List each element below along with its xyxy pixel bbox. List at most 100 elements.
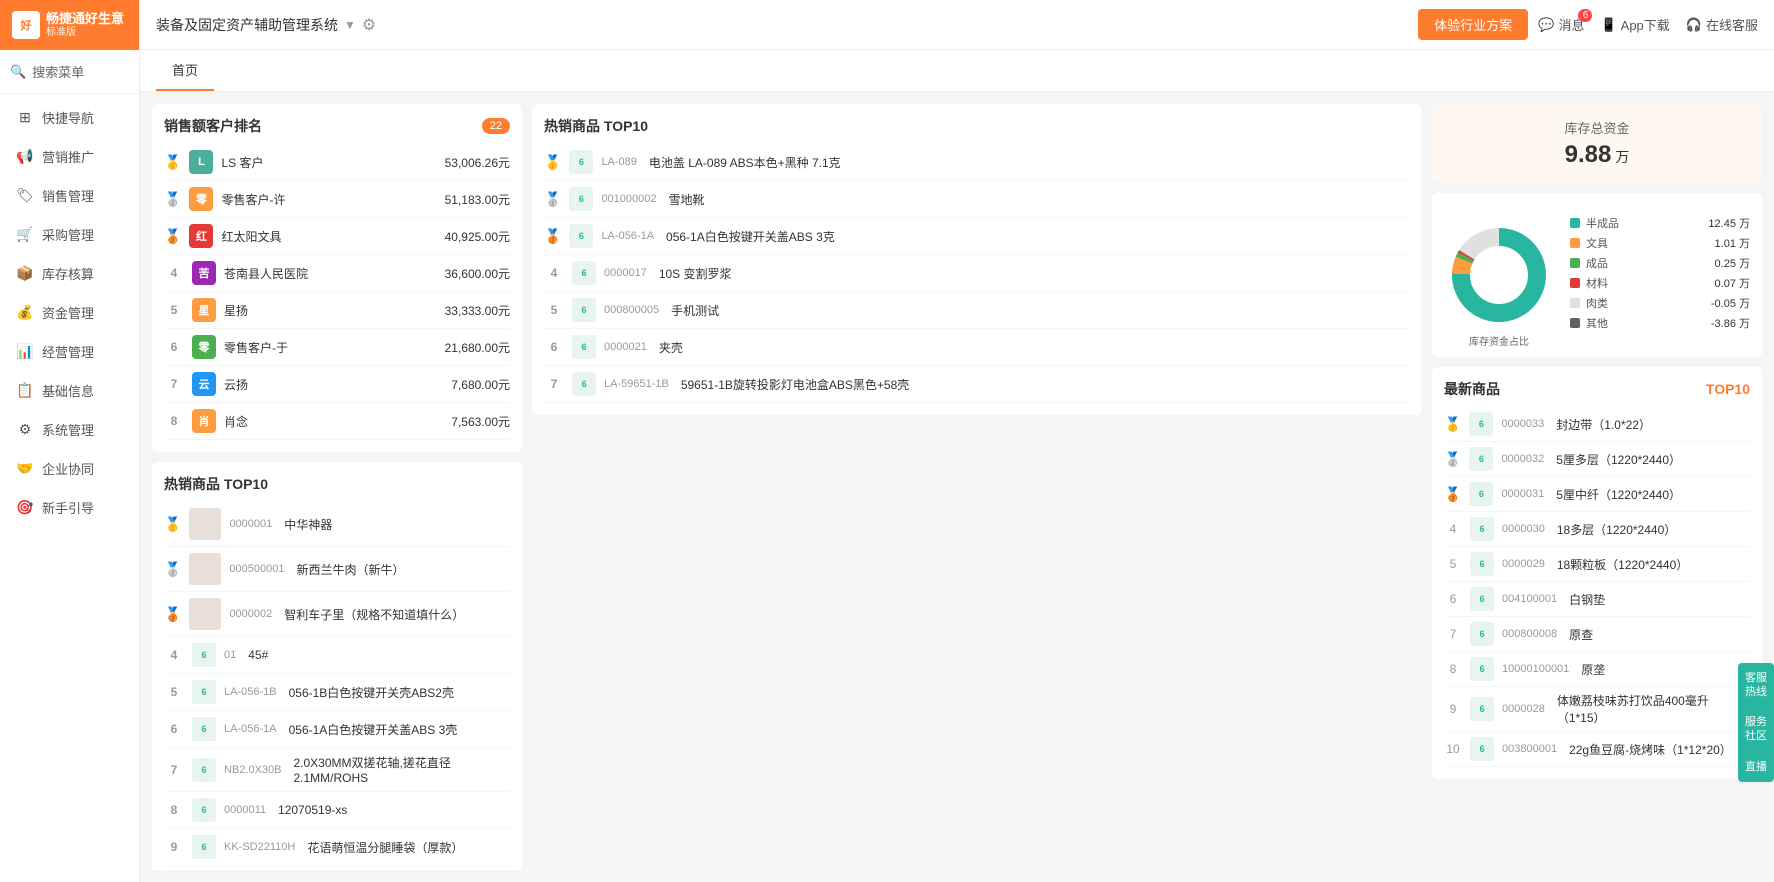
customer-value: 7,680.00元	[451, 376, 510, 393]
rank-number: 6	[1444, 592, 1462, 606]
sidebar-item-home-label: 快捷导航	[42, 108, 94, 127]
product-thumb: 6	[1470, 552, 1494, 576]
sidebar-item-marketing[interactable]: 📢 营销推广	[0, 137, 139, 176]
online-service-button[interactable]: 🎧 在线客服	[1686, 15, 1758, 34]
hot-goods-middle-item: 4 6 0000017 10S 变割罗浆	[544, 255, 1410, 292]
product-code: 003800001	[1502, 743, 1557, 755]
hot-product-item: 5 6 LA-056-1B 056-1B白色按键开关壳ABS2壳	[164, 674, 510, 711]
notice-button[interactable]: 💬 消息 6	[1538, 15, 1584, 34]
product-code: 0000002	[229, 608, 272, 620]
rank-number: 5	[164, 300, 184, 320]
legend-name: 肉类	[1586, 295, 1705, 311]
medal-icon: 🥈	[164, 561, 181, 578]
trial-button[interactable]: 体验行业方案	[1418, 9, 1528, 40]
new-product-item: 9 6 0000028 体嫩荔枝味苏打饮品400毫升（1*15）	[1444, 687, 1750, 732]
customer-rank-item: 6 零 零售客户-于 21,680.00元	[164, 329, 510, 366]
sidebar-logo: 好 畅捷通好生意 标准版	[0, 0, 139, 50]
rank-number: 5	[544, 300, 564, 320]
customer-name: 星扬	[224, 302, 437, 319]
sidebar-item-operation[interactable]: 📊 经营管理	[0, 332, 139, 371]
hot-goods-middle-item: 6 6 0000021 夹壳	[544, 329, 1410, 366]
product-thumb: 6	[1470, 622, 1494, 646]
medal-icon: 🥈	[544, 191, 561, 208]
hot-products-title: 热销商品 TOP10	[164, 474, 268, 494]
product-code: 0000021	[604, 341, 647, 353]
cs-community-button[interactable]: 服务社区	[1738, 707, 1774, 752]
customer-avatar: 肖	[192, 409, 216, 433]
product-code: 004100001	[1502, 593, 1557, 605]
hot-product-item: 🥈 000500001 新西兰牛肉（新牛）	[164, 547, 510, 592]
hot-goods-middle-list: 🥇 6 LA-089 电池盖 LA-089 ABS本色+黑种 7.1克 🥈 6 …	[544, 144, 1410, 403]
sidebar-item-sales-label: 销售管理	[42, 186, 94, 205]
cs-hotline-button[interactable]: 客服热线	[1738, 663, 1774, 708]
product-name: 新西兰牛肉（新牛）	[297, 561, 511, 578]
dropdown-icon[interactable]: ▼	[344, 18, 356, 32]
cs-live-button[interactable]: 直播	[1738, 752, 1774, 782]
product-name: 花语萌恒温分腿睡袋（厚款）	[307, 839, 510, 856]
phone-icon: 📱	[1600, 17, 1616, 33]
rank-number: 7	[544, 374, 564, 394]
sidebar-item-home[interactable]: ⊞ 快捷导航	[0, 98, 139, 137]
hot-goods-middle-item: 🥉 6 LA-056-1A 056-1A白色按键开关盖ABS 3克	[544, 218, 1410, 255]
hot-goods-middle-item: 5 6 000800005 手机测试	[544, 292, 1410, 329]
donut-section: 库存资金占比 半成品 12.45 万 文具 1.01 万 成品 0.25 万 材…	[1444, 205, 1750, 345]
sidebar-item-base[interactable]: 📋 基础信息	[0, 371, 139, 410]
product-code: 000500001	[229, 563, 284, 575]
new-products-list: 🥇 6 0000033 封边带（1.0*22） 🥈 6 0000032 5厘多层…	[1444, 407, 1750, 767]
sidebar-item-inventory[interactable]: 📦 库存核算	[0, 254, 139, 293]
sidebar-item-cooperate[interactable]: 🤝 企业协同	[0, 449, 139, 488]
topbar-title: 装备及固定资产辅助管理系统 ▼ ⚙	[156, 15, 1408, 35]
product-code: 0000017	[604, 267, 647, 279]
sidebar-item-sales[interactable]: 🏷 销售管理	[0, 176, 139, 215]
search-menu-button[interactable]: 🔍 搜索菜单	[10, 58, 129, 85]
customer-avatar: 零	[192, 335, 216, 359]
system-icon: ⚙	[16, 421, 34, 439]
inventory-value: 9.88	[1565, 141, 1612, 169]
product-thumb: 6	[1470, 697, 1494, 721]
sidebar-item-system-label: 系统管理	[42, 420, 94, 439]
inventory-label: 库存总资金	[1446, 118, 1748, 137]
customer-name: 苍南县人民医院	[224, 265, 437, 282]
logo-icon: 好	[12, 11, 40, 39]
rank-number: 10	[1444, 742, 1462, 756]
customer-name: 零售客户-许	[221, 191, 436, 208]
product-code: LA-089	[601, 156, 636, 168]
product-code: KK-SD22110H	[224, 841, 295, 853]
product-image: 6	[192, 680, 216, 704]
product-code: 001000002	[601, 193, 656, 205]
sidebar-item-cooperate-label: 企业协同	[42, 459, 94, 478]
new-product-item: 🥉 6 0000031 5厘中纤（1220*2440）	[1444, 477, 1750, 512]
sidebar-item-finance[interactable]: 💰 资金管理	[0, 293, 139, 332]
rank-number: 8	[1444, 662, 1462, 676]
product-code: 0000001	[229, 518, 272, 530]
medal-icon: 🥉	[1444, 486, 1461, 503]
content-tabs: 首页	[140, 50, 1774, 92]
new-product-item: 🥇 6 0000033 封边带（1.0*22）	[1444, 407, 1750, 442]
sidebar-item-purchase[interactable]: 🛒 采购管理	[0, 215, 139, 254]
medal-icon: 🥇	[1444, 416, 1461, 433]
sidebar-item-system[interactable]: ⚙ 系统管理	[0, 410, 139, 449]
sidebar-item-guide[interactable]: 🎯 新手引导	[0, 488, 139, 527]
product-code: LA-056-1A	[601, 230, 654, 242]
tab-home[interactable]: 首页	[156, 50, 214, 91]
legend-color-dot	[1570, 298, 1580, 308]
product-thumb: 6	[569, 150, 593, 174]
product-code: 000800008	[1502, 628, 1557, 640]
product-name: 中华神器	[284, 516, 510, 533]
new-product-item: 10 6 003800001 22g鱼豆腐-烧烤味（1*12*20）	[1444, 732, 1750, 767]
product-code: 0000030	[1502, 523, 1545, 535]
customer-rank-item: 5 星 星扬 33,333.00元	[164, 292, 510, 329]
inventory-total-card: 库存总资金 9.88 万	[1432, 104, 1762, 183]
operation-icon: 📊	[16, 343, 34, 361]
legend-name: 材料	[1586, 275, 1709, 291]
product-thumb: 6	[1469, 482, 1493, 506]
app-download-button[interactable]: 📱 App下载	[1600, 15, 1669, 34]
headset-icon: 🎧	[1686, 17, 1702, 33]
gear-icon[interactable]: ⚙	[362, 15, 376, 35]
product-code: 10000100001	[1502, 663, 1569, 675]
product-thumb: 6	[1469, 412, 1493, 436]
hot-goods-middle-header: 热销商品 TOP10	[544, 116, 1410, 136]
rank-number: 4	[164, 645, 184, 665]
legend-color-dot	[1570, 258, 1580, 268]
medal-icon: 🥉	[164, 606, 181, 623]
